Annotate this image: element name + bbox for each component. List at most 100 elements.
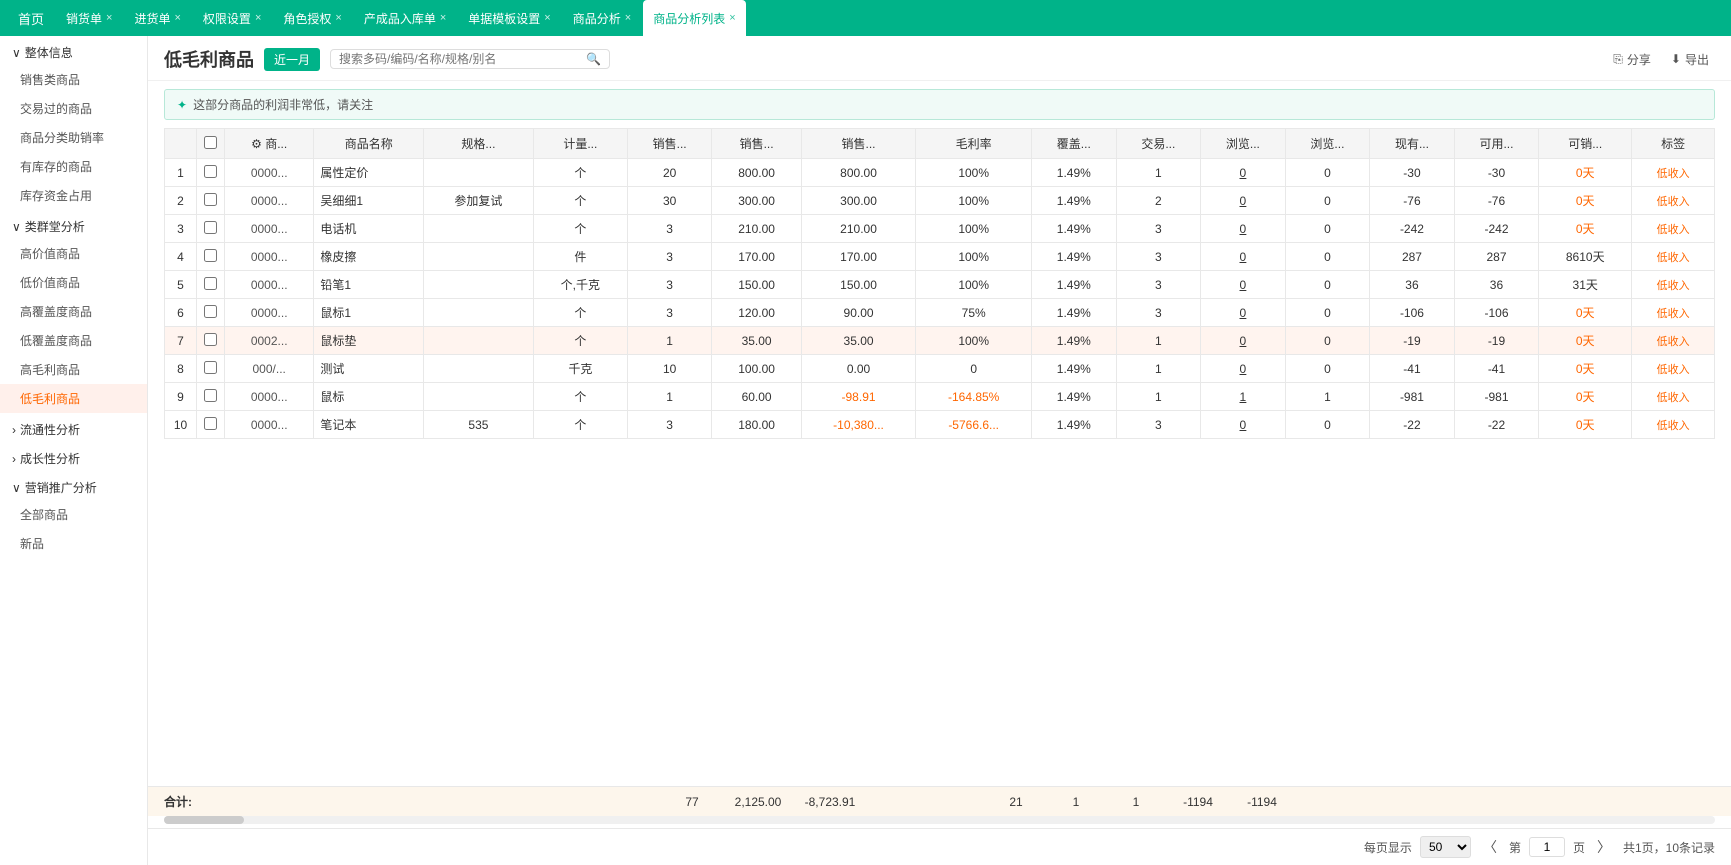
row-checkbox[interactable] [204,165,217,178]
cell-check[interactable] [197,215,225,243]
cell-browse1[interactable]: 0 [1201,299,1286,327]
sidebar-item-sales-goods[interactable]: 销售类商品 [0,65,147,94]
table-row: 3 0000... 电话机 个 3 210.00 210.00 100% 1.4… [165,215,1715,243]
row-checkbox[interactable] [204,277,217,290]
cell-sales-profit: 35.00 [801,327,916,355]
filter-recent-month-button[interactable]: 近一月 [264,48,320,71]
sidebar-item-traded-goods[interactable]: 交易过的商品 [0,94,147,123]
cell-check[interactable] [197,187,225,215]
prev-page-button[interactable]: 〈 [1479,835,1501,859]
nav-role-auth[interactable]: 角色授权 × [273,0,351,36]
nav-close-product-entry[interactable]: × [440,12,446,24]
cell-browse1[interactable]: 0 [1201,411,1286,439]
sidebar-item-low-margin[interactable]: 低毛利商品 [0,384,147,413]
nav-permissions[interactable]: 权限设置 × [193,0,271,36]
nav-close-permissions[interactable]: × [255,12,261,24]
search-icon[interactable]: 🔍 [586,52,601,66]
share-button[interactable]: ⎘ 分享 [1607,49,1657,70]
horizontal-scrollbar[interactable] [164,816,1715,824]
table-wrapper[interactable]: ⚙ 商... 商品名称 规格... 计量... 销售... 销售... 销售..… [148,128,1731,786]
row-checkbox[interactable] [204,389,217,402]
th-coverage[interactable]: 覆盖... [1032,129,1117,159]
th-code[interactable]: ⚙ 商... [225,129,314,159]
th-browse2[interactable]: 浏览... [1285,129,1370,159]
row-checkbox[interactable] [204,361,217,374]
row-checkbox[interactable] [204,305,217,318]
sidebar-item-category-rate[interactable]: 商品分类助销率 [0,123,147,152]
cell-sales-price: 300.00 [712,187,801,215]
th-gross-margin[interactable]: 毛利率 [916,129,1032,159]
row-checkbox[interactable] [204,417,217,430]
row-checkbox[interactable] [204,221,217,234]
nav-close-role-auth[interactable]: × [335,12,341,24]
sidebar-item-capital[interactable]: 库存资金占用 [0,181,147,210]
th-current-stock[interactable]: 现有... [1370,129,1455,159]
cell-check[interactable] [197,299,225,327]
cell-browse2: 1 [1285,383,1370,411]
cell-name: 属性定价 [314,159,424,187]
select-all-checkbox[interactable] [204,136,217,149]
cell-browse1[interactable]: 0 [1201,243,1286,271]
cell-browse1[interactable]: 0 [1201,271,1286,299]
nav-analysis[interactable]: 商品分析 × [563,0,641,36]
cell-browse1[interactable]: 0 [1201,159,1286,187]
nav-sales[interactable]: 销货单 × [56,0,122,36]
sidebar-item-all-goods[interactable]: 全部商品 [0,500,147,529]
th-tag[interactable]: 标签 [1632,129,1715,159]
nav-close-purchase[interactable]: × [174,12,180,24]
nav-template[interactable]: 单据模板设置 × [458,0,560,36]
nav-close-sales[interactable]: × [106,12,112,24]
nav-purchase[interactable]: 进货单 × [124,0,190,36]
cell-check[interactable] [197,327,225,355]
th-sales-qty[interactable]: 销售... [627,129,712,159]
th-saleable[interactable]: 可销... [1539,129,1632,159]
next-page-button[interactable]: 〉 [1593,835,1615,859]
page-number-input[interactable] [1529,837,1565,857]
cell-check[interactable] [197,411,225,439]
th-sales-profit[interactable]: 销售... [801,129,916,159]
th-unit[interactable]: 计量... [533,129,627,159]
sidebar-group-overall[interactable]: ∨ 整体信息 [0,36,147,65]
sidebar-item-high-margin[interactable]: 高毛利商品 [0,355,147,384]
cell-check[interactable] [197,355,225,383]
search-input[interactable] [339,52,586,66]
th-trade-count[interactable]: 交易... [1116,129,1201,159]
nav-close-analysis[interactable]: × [625,12,631,24]
cell-check[interactable] [197,159,225,187]
sidebar-item-high-value[interactable]: 高价值商品 [0,239,147,268]
scroll-thumb[interactable] [164,816,244,824]
sidebar-item-stock-goods[interactable]: 有库存的商品 [0,152,147,181]
cell-check[interactable] [197,243,225,271]
sidebar-item-new-goods[interactable]: 新品 [0,529,147,558]
cell-browse1[interactable]: 0 [1201,327,1286,355]
th-available[interactable]: 可用... [1454,129,1539,159]
cell-browse1[interactable]: 0 [1201,187,1286,215]
nav-close-analysis-list[interactable]: × [729,12,735,24]
sidebar-group-growth[interactable]: › 成长性分析 [0,442,147,471]
th-browse1[interactable]: 浏览... [1201,129,1286,159]
cell-check[interactable] [197,383,225,411]
nav-product-entry[interactable]: 产成品入库单 × [354,0,456,36]
nav-analysis-list[interactable]: 商品分析列表 × [643,0,745,36]
sidebar-group-circulation[interactable]: › 流通性分析 [0,413,147,442]
cell-browse1[interactable]: 1 [1201,383,1286,411]
sidebar-item-high-coverage[interactable]: 高覆盖度商品 [0,297,147,326]
row-checkbox[interactable] [204,333,217,346]
row-checkbox[interactable] [204,193,217,206]
per-page-select[interactable]: 50 100 200 [1420,836,1471,858]
nav-close-template[interactable]: × [544,12,550,24]
sidebar-item-low-value[interactable]: 低价值商品 [0,268,147,297]
sidebar-group-cluster[interactable]: ∨ 类群堂分析 [0,210,147,239]
cell-check[interactable] [197,271,225,299]
th-check[interactable] [197,129,225,159]
th-sales-price[interactable]: 销售... [712,129,801,159]
row-checkbox[interactable] [204,249,217,262]
cell-browse1[interactable]: 0 [1201,215,1286,243]
sidebar-group-marketing[interactable]: ∨ 营销推广分析 [0,471,147,500]
th-spec[interactable]: 规格... [424,129,534,159]
export-button[interactable]: ⬇ 导出 [1665,49,1715,70]
nav-home[interactable]: 首页 [8,0,54,36]
sidebar-item-low-coverage[interactable]: 低覆盖度商品 [0,326,147,355]
th-name[interactable]: 商品名称 [314,129,424,159]
cell-browse1[interactable]: 0 [1201,355,1286,383]
